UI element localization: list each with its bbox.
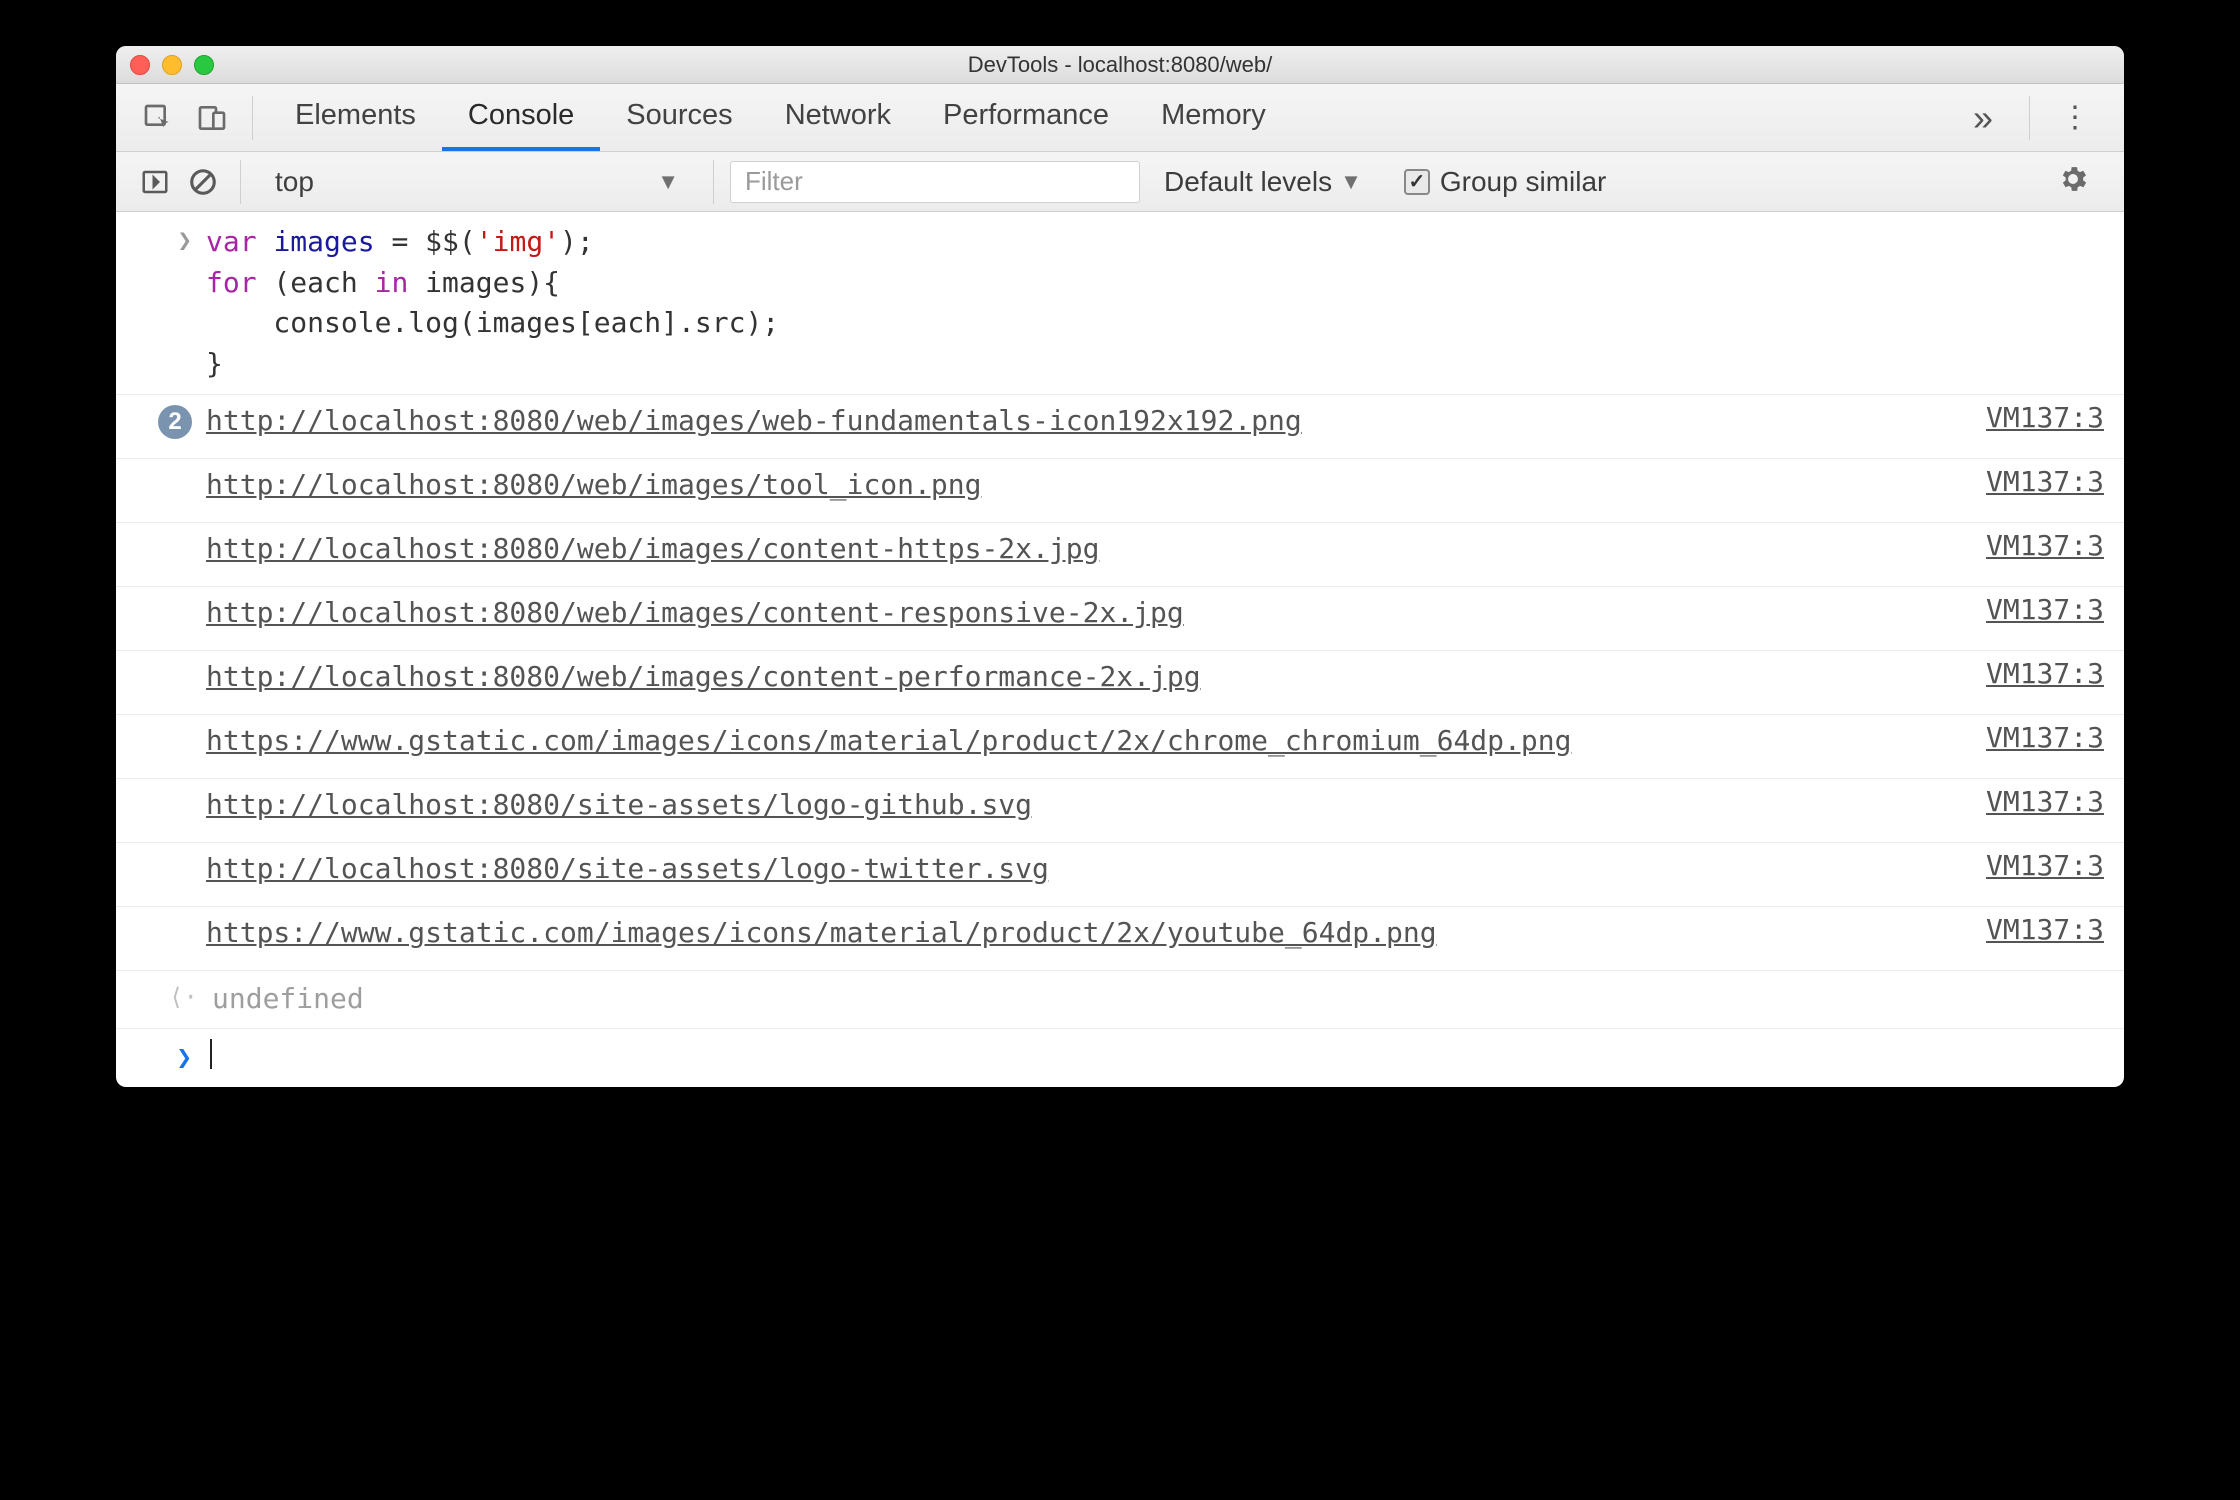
text-cursor — [210, 1039, 212, 1069]
log-source-link[interactable]: VM137:3 — [1956, 721, 2104, 754]
log-url-link[interactable]: https://www.gstatic.com/images/icons/mat… — [206, 721, 1571, 762]
console-log-entry: http://localhost:8080/web/images/content… — [116, 651, 2124, 715]
log-url-link[interactable]: http://localhost:8080/web/images/content… — [206, 593, 1184, 634]
console-prompt[interactable]: ❯ — [116, 1029, 2124, 1087]
separator — [713, 160, 714, 204]
log-url-link[interactable]: http://localhost:8080/web/images/content… — [206, 657, 1201, 698]
console-log-entry: https://www.gstatic.com/images/icons/mat… — [116, 907, 2124, 971]
console-log-entry: 2 http://localhost:8080/web/images/web-fu… — [116, 395, 2124, 459]
tab-sources[interactable]: Sources — [600, 84, 758, 151]
tab-performance[interactable]: Performance — [917, 84, 1135, 151]
prompt-chevron-icon: ❯ — [176, 1043, 192, 1073]
console-log-entry: http://localhost:8080/site-assets/logo-t… — [116, 843, 2124, 907]
console-log-entry: http://localhost:8080/web/images/content… — [116, 523, 2124, 587]
console-log-entry: http://localhost:8080/web/images/tool_ic… — [116, 459, 2124, 523]
tab-network[interactable]: Network — [759, 84, 917, 151]
levels-label: Default levels — [1164, 166, 1332, 198]
traffic-lights — [130, 55, 214, 75]
titlebar: DevTools - localhost:8080/web/ — [116, 46, 2124, 84]
code-block: var images = $$('img'); for (each in ima… — [206, 222, 779, 384]
console-body: ❯ var images = $$('img'); for (each in i… — [116, 212, 2124, 1087]
log-source-link[interactable]: VM137:3 — [1956, 401, 2104, 434]
log-source-link[interactable]: VM137:3 — [1956, 657, 2104, 690]
input-chevron-icon: ❯ — [178, 226, 192, 254]
log-url-link[interactable]: http://localhost:8080/site-assets/logo-t… — [206, 849, 1049, 890]
separator — [240, 160, 241, 204]
checkbox-icon: ✓ — [1404, 169, 1430, 195]
log-source-link[interactable]: VM137:3 — [1956, 465, 2104, 498]
log-url-link[interactable]: http://localhost:8080/site-assets/logo-g… — [206, 785, 1032, 826]
panel-tabs: ElementsConsoleSourcesNetworkPerformance… — [116, 84, 2124, 152]
zoom-window-button[interactable] — [194, 55, 214, 75]
separator — [252, 96, 253, 140]
clear-console-icon[interactable] — [182, 161, 224, 203]
inspect-element-icon[interactable] — [134, 94, 182, 142]
context-label: top — [275, 166, 314, 198]
group-similar-label: Group similar — [1440, 166, 1606, 198]
log-url-link[interactable]: http://localhost:8080/web/images/content… — [206, 529, 1099, 570]
more-options-button[interactable]: ⋮ — [2046, 100, 2106, 135]
console-toolbar: top ▼ Default levels ▼ ✓ Group similar — [116, 152, 2124, 212]
log-source-link[interactable]: VM137:3 — [1956, 849, 2104, 882]
filter-input[interactable] — [730, 161, 1140, 203]
log-source-link[interactable]: VM137:3 — [1956, 593, 2104, 626]
console-settings-icon[interactable] — [2040, 162, 2106, 201]
execution-context-selector[interactable]: top ▼ — [257, 162, 697, 202]
log-url-link[interactable]: http://localhost:8080/web/images/web-fun… — [206, 401, 1302, 442]
log-source-link[interactable]: VM137:3 — [1956, 913, 2104, 946]
chevron-down-icon: ▼ — [1340, 169, 1362, 195]
devtools-window: DevTools - localhost:8080/web/ ElementsC… — [116, 46, 2124, 1087]
tabs-overflow-button[interactable]: » — [1953, 97, 2013, 139]
close-window-button[interactable] — [130, 55, 150, 75]
window-title: DevTools - localhost:8080/web/ — [116, 52, 2124, 78]
undefined-value: undefined — [212, 979, 364, 1020]
log-levels-selector[interactable]: Default levels ▼ — [1146, 166, 1380, 198]
log-url-link[interactable]: https://www.gstatic.com/images/icons/mat… — [206, 913, 1437, 954]
tab-console[interactable]: Console — [442, 84, 600, 151]
tab-elements[interactable]: Elements — [269, 84, 442, 151]
chevron-down-icon: ▼ — [657, 169, 679, 195]
group-similar-checkbox[interactable]: ✓ Group similar — [1386, 166, 1614, 198]
console-input-entry: ❯ var images = $$('img'); for (each in i… — [116, 212, 2124, 395]
device-toolbar-icon[interactable] — [188, 94, 236, 142]
tab-memory[interactable]: Memory — [1135, 84, 1292, 151]
log-source-link[interactable]: VM137:3 — [1956, 529, 2104, 562]
log-url-link[interactable]: http://localhost:8080/web/images/tool_ic… — [206, 465, 981, 506]
console-log-entry: https://www.gstatic.com/images/icons/mat… — [116, 715, 2124, 779]
console-log-entry: http://localhost:8080/site-assets/logo-g… — [116, 779, 2124, 843]
console-log-entry: http://localhost:8080/web/images/content… — [116, 587, 2124, 651]
console-result-entry: ⟨· undefined — [116, 971, 2124, 1029]
output-chevron-icon: ⟨· — [169, 983, 198, 1011]
separator — [2029, 96, 2030, 140]
toggle-sidebar-icon[interactable] — [134, 161, 176, 203]
message-count-badge: 2 — [158, 405, 192, 439]
log-source-link[interactable]: VM137:3 — [1956, 785, 2104, 818]
minimize-window-button[interactable] — [162, 55, 182, 75]
